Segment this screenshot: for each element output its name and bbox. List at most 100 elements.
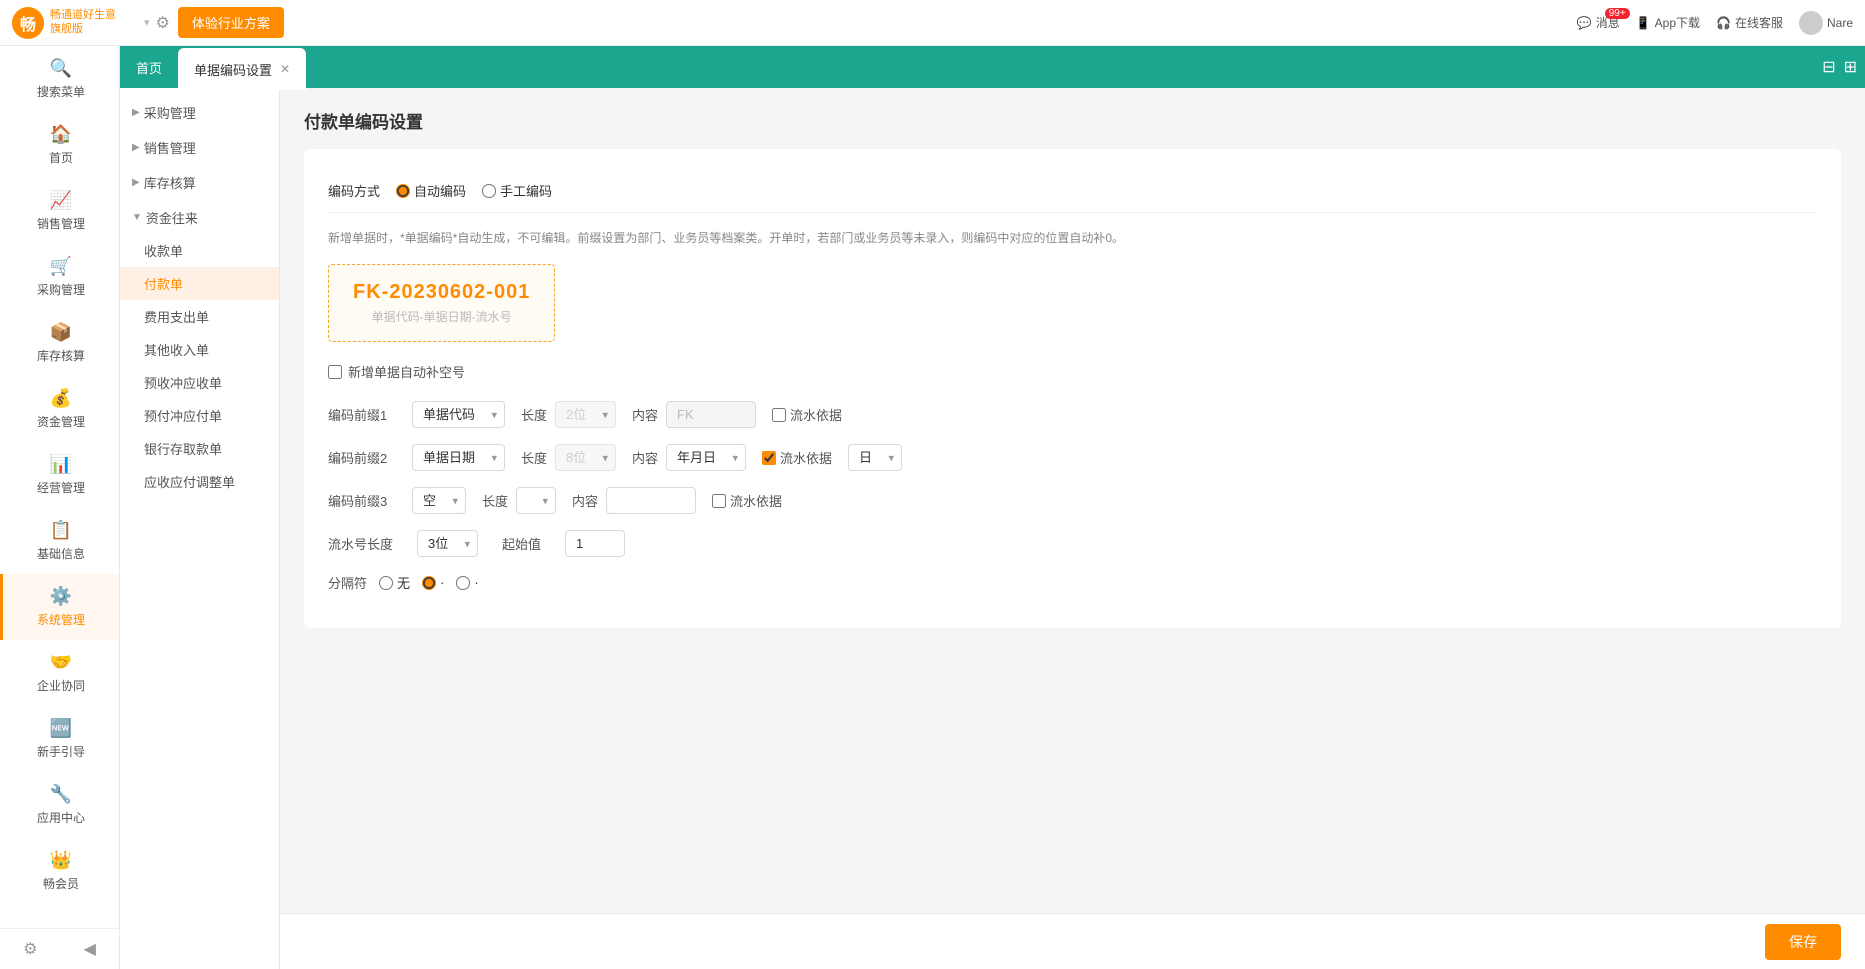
prefix3-content-input[interactable] (606, 487, 696, 514)
prefix2-content-select[interactable]: 年月日 (666, 444, 746, 471)
serial-length-select[interactable]: 3位 (417, 530, 478, 557)
save-button[interactable]: 保存 (1765, 924, 1841, 960)
sidebar-item-inventory[interactable]: 📦 库存核算 (0, 310, 119, 376)
sidebar-item-system[interactable]: ⚙️ 系统管理 (0, 574, 119, 640)
sub-item-receipt[interactable]: 收款单 (120, 234, 279, 267)
industry-btn[interactable]: 体验行业方案 (178, 7, 284, 38)
prefix3-serial-check[interactable]: 流水依据 (712, 491, 782, 510)
sub-item-payment[interactable]: 付款单 (120, 267, 279, 300)
prefix1-row: 编码前缀1 单据代码 长度 2位 (328, 401, 1817, 428)
sub-item-bank[interactable]: 银行存取款单 (120, 432, 279, 465)
sub-group-inventory-header[interactable]: ▶ 库存核算 (120, 166, 279, 199)
sep-other-radio[interactable] (456, 576, 470, 590)
auto-fill-label[interactable]: 新增单据自动补空号 (348, 362, 465, 381)
encode-radio-group: 自动编码 手工编码 (396, 181, 552, 200)
prefix1-content-label: 内容 (632, 405, 658, 424)
online-service-btn[interactable]: 🎧 在线客服 (1716, 14, 1783, 31)
search-icon: 🔍 (50, 58, 72, 79)
tabbar: 首页 单据编码设置 ✕ ⊟ ⊞ (120, 46, 1865, 88)
prefix1-select[interactable]: 单据代码 (412, 401, 505, 428)
sidebar-item-home[interactable]: 🏠 首页 (0, 112, 119, 178)
message-btn[interactable]: 💬 消息 99+ (1577, 14, 1620, 31)
settings-card: 编码方式 自动编码 手工编码 (304, 149, 1841, 628)
sidebar-item-purchase[interactable]: 🛒 采购管理 (0, 244, 119, 310)
manual-encode-option[interactable]: 手工编码 (482, 181, 552, 200)
prefix1-content-input (666, 401, 756, 428)
apps-icon: 🔧 (50, 784, 72, 805)
auto-encode-radio[interactable] (396, 184, 410, 198)
serial-length-label: 流水号长度 (328, 534, 393, 553)
page-content: 付款单编码设置 编码方式 自动编码 (280, 88, 1865, 913)
sidebar-item-finance[interactable]: 💰 资金管理 (0, 376, 119, 442)
encode-method-row: 编码方式 自动编码 手工编码 (328, 169, 1817, 213)
prefix1-length-select-wrap: 2位 (555, 401, 616, 428)
app-download-btn[interactable]: 📱 App下载 (1636, 14, 1700, 31)
prefix3-length-select-wrap (516, 487, 556, 514)
sub-group-purchase-header[interactable]: ▶ 采购管理 (120, 96, 279, 129)
sidebar-item-operations[interactable]: 📊 经营管理 (0, 442, 119, 508)
sidebar-item-apps[interactable]: 🔧 应用中心 (0, 772, 119, 838)
sub-item-pre-pay[interactable]: 预付冲应付单 (120, 399, 279, 432)
prefix2-serial-checkbox[interactable] (762, 451, 776, 465)
user-info[interactable]: Nare (1799, 11, 1853, 35)
auto-encode-option[interactable]: 自动编码 (396, 181, 466, 200)
prefix3-length-label: 长度 (482, 491, 508, 510)
tab-home[interactable]: 首页 (120, 46, 178, 88)
layout: 🔍 搜索菜单 🏠 首页 📈 销售管理 🛒 采购管理 📦 库存核算 💰 资金管理 … (0, 46, 1865, 969)
sub-group-funds-header[interactable]: ▼ 资金往来 (120, 201, 279, 234)
prefix1-select-wrap: 单据代码 (412, 401, 505, 428)
topbar: 畅 畅通道好生意 旗舰版 ▾ ⚙ 体验行业方案 💬 消息 99+ 📱 App下载… (0, 0, 1865, 46)
sub-item-expense[interactable]: 费用支出单 (120, 300, 279, 333)
prefix2-serial-check[interactable]: 流水依据 (762, 448, 832, 467)
sidebar-collapse-btn[interactable]: ◀ (84, 939, 96, 959)
prefix2-select[interactable]: 单据日期 (412, 444, 505, 471)
sub-item-adjust[interactable]: 应收应付调整单 (120, 465, 279, 498)
right-panel: 付款单编码设置 编码方式 自动编码 (280, 88, 1865, 969)
prefix3-serial-checkbox[interactable] (712, 494, 726, 508)
sidebar-item-newbie[interactable]: 🆕 新手引导 (0, 706, 119, 772)
sub-group-sales-header[interactable]: ▶ 销售管理 (120, 131, 279, 164)
tab-expand-btn[interactable]: ⊞ (1844, 57, 1857, 77)
prefix1-length-label: 长度 (521, 405, 547, 424)
home-icon: 🏠 (50, 124, 72, 145)
message-badge: 99+ (1605, 8, 1630, 19)
tab-encode-settings[interactable]: 单据编码设置 ✕ (178, 48, 306, 90)
sidebar-item-basic-info[interactable]: 📋 基础信息 (0, 508, 119, 574)
sub-group-funds: ▼ 资金往来 收款单 付款单 费用支出单 其他收入单 预收冲应收单 预付冲应付单… (120, 201, 279, 498)
sub-group-purchase: ▶ 采购管理 (120, 96, 279, 129)
prefix1-serial-checkbox[interactable] (772, 408, 786, 422)
manual-encode-radio[interactable] (482, 184, 496, 198)
sidebar-settings-btn[interactable]: ⚙ (23, 939, 37, 959)
sep-dot-radio[interactable] (422, 576, 436, 590)
sep-none-radio[interactable] (379, 576, 393, 590)
user-avatar (1799, 11, 1823, 35)
sep-none-option[interactable]: 无 (379, 573, 410, 592)
sub-item-other-income[interactable]: 其他收入单 (120, 333, 279, 366)
system-icon: ⚙️ (50, 586, 72, 607)
encode-method-label: 编码方式 (328, 181, 380, 200)
prefix3-select[interactable]: 空 (412, 487, 466, 514)
tab-minimize-btn[interactable]: ⊟ (1822, 57, 1835, 77)
topbar-dropdown-arrow[interactable]: ▾ (144, 16, 150, 29)
prefix1-content-group: 内容 (632, 401, 756, 428)
topbar-gear[interactable]: ⚙ (156, 13, 170, 33)
prefix1-serial-check[interactable]: 流水依据 (772, 405, 842, 424)
sidebar-item-member[interactable]: 👑 畅会员 (0, 838, 119, 904)
separator-label: 分隔符 (328, 573, 367, 592)
prefix3-content-group: 内容 (572, 487, 696, 514)
topbar-center: ▾ ⚙ 体验行业方案 (132, 7, 1577, 38)
serial-start-input[interactable] (565, 530, 625, 557)
auto-fill-row: 新增单据自动补空号 (328, 362, 1817, 381)
sep-other-option[interactable]: · (456, 575, 478, 590)
prefix3-length-select[interactable] (516, 487, 556, 514)
auto-fill-checkbox[interactable] (328, 365, 342, 379)
sidebar-item-sales[interactable]: 📈 销售管理 (0, 178, 119, 244)
sidebar-item-enterprise[interactable]: 🤝 企业协同 (0, 640, 119, 706)
sidebar-item-search[interactable]: 🔍 搜索菜单 (0, 46, 119, 112)
operations-icon: 📊 (50, 454, 72, 475)
prefix2-serial-unit-select[interactable]: 日 (848, 444, 902, 471)
prefix2-content-select-wrap: 年月日 (666, 444, 746, 471)
sep-dot-option[interactable]: · (422, 575, 444, 590)
tab-close-btn[interactable]: ✕ (280, 62, 290, 76)
sub-item-pre-charge[interactable]: 预收冲应收单 (120, 366, 279, 399)
